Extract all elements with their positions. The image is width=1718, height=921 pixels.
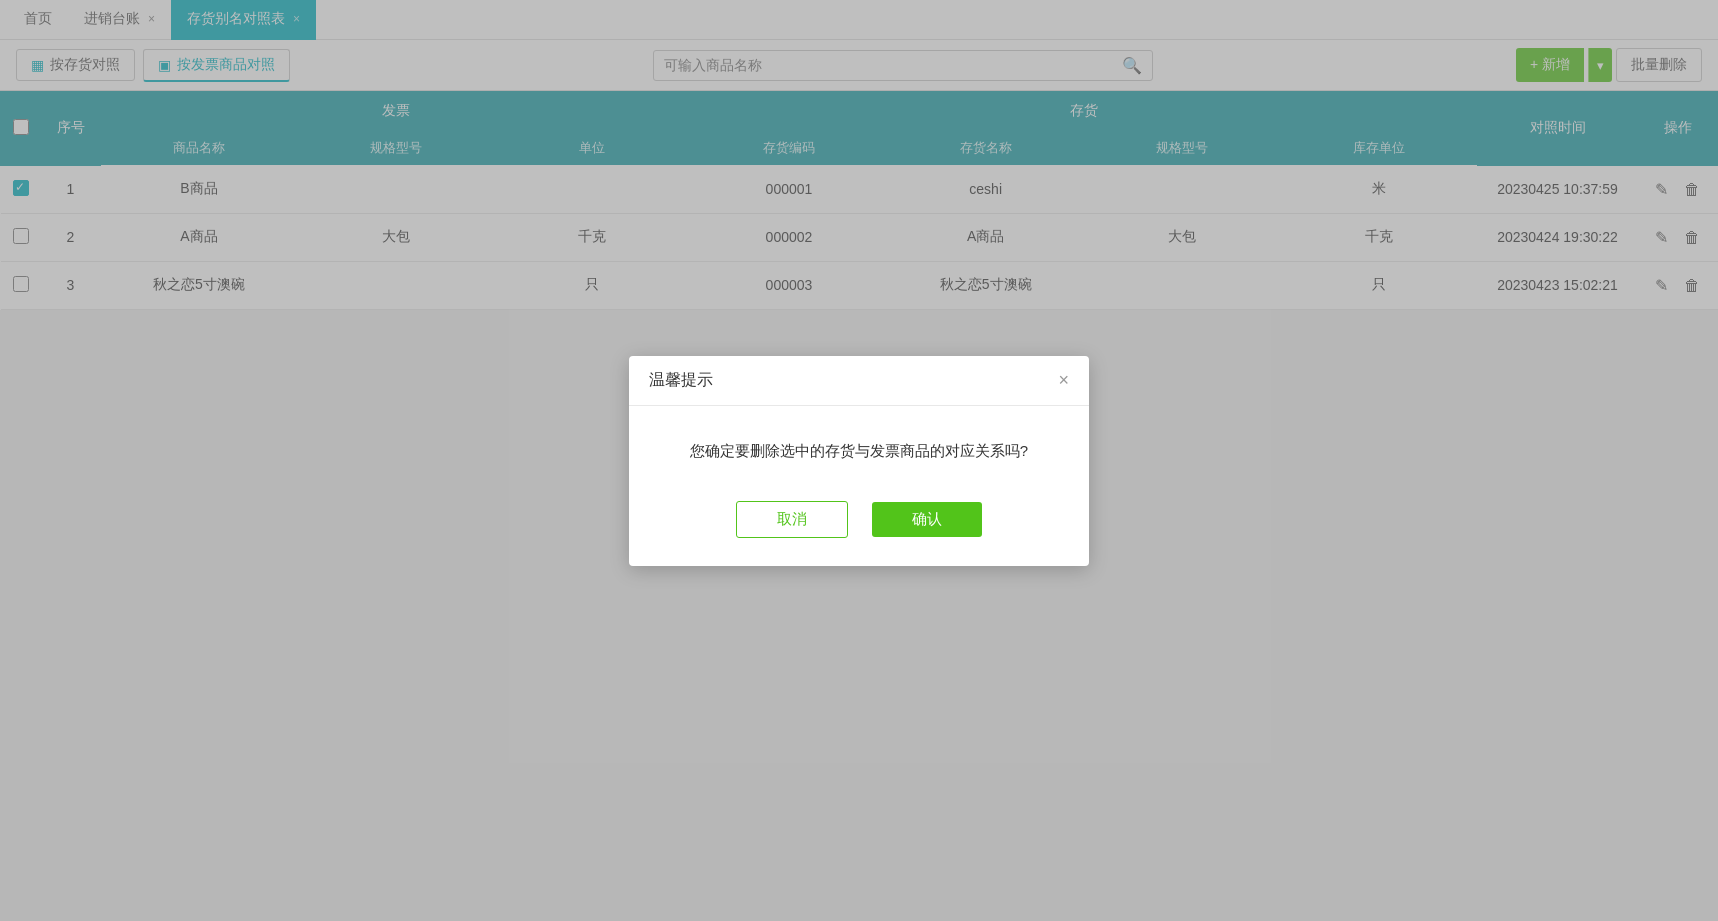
modal-overlay: 温馨提示 × 您确定要删除选中的存货与发票商品的对应关系吗? 取消 确认 (0, 0, 1718, 310)
